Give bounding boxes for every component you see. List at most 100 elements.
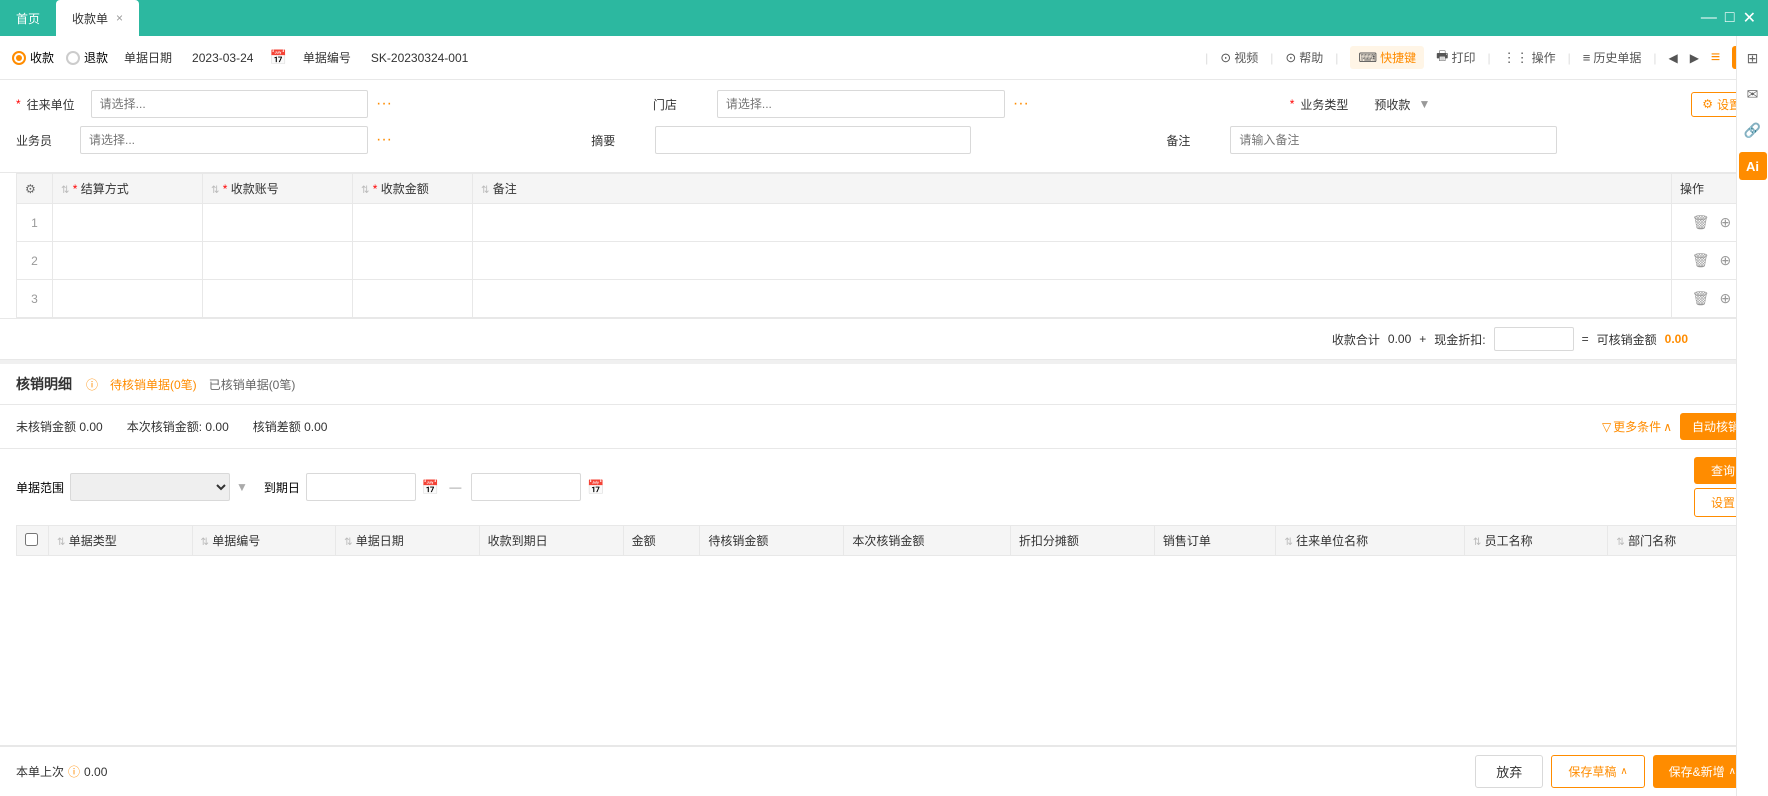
next-btn[interactable]: ▶ <box>1690 51 1699 65</box>
tab-receipts-label: 收款单 <box>72 10 108 27</box>
col-header-gear: ⚙ <box>17 174 53 204</box>
remark-input[interactable] <box>1230 126 1556 154</box>
radio-receive[interactable]: 收款 <box>12 49 54 66</box>
row-3-copy-btn[interactable]: ⊕ <box>1718 288 1734 309</box>
staff-field: 业务员 ··· <box>16 126 396 154</box>
print-btn[interactable]: 🖶 打印 <box>1436 47 1475 69</box>
row-3-delete-btn[interactable]: 🗑 <box>1690 288 1712 309</box>
cancel-diff-label: 核销差额 <box>253 420 301 434</box>
row-3-account[interactable] <box>203 280 353 318</box>
select-all-checkbox[interactable] <box>25 533 38 546</box>
row-3-settle[interactable] <box>53 280 203 318</box>
col-doc-type: ⇅ 单据类型 <box>49 526 193 556</box>
row-2-account[interactable] <box>203 242 353 280</box>
summary-total-value: 0.00 <box>1388 332 1411 346</box>
row-1-amount-input[interactable] <box>353 204 472 241</box>
receipt-type-group: 收款 退款 <box>12 49 108 66</box>
verify-done-tab[interactable]: 已核销单据(0笔) <box>209 376 296 393</box>
row-2-amount-input[interactable] <box>353 242 472 279</box>
abandon-button[interactable]: 放弃 <box>1475 755 1543 788</box>
calendar-icon[interactable]: 📅 <box>269 49 286 66</box>
staff-input[interactable] <box>80 126 368 154</box>
row-1-remark[interactable] <box>473 204 1672 242</box>
row-1-account[interactable] <box>203 204 353 242</box>
maximize-icon[interactable]: □ <box>1725 9 1735 27</box>
row-3-remark-input[interactable] <box>473 280 1671 317</box>
sidebar-table-icon[interactable]: ⊞ <box>1739 44 1767 72</box>
draft-chevron-icon: ∧ <box>1620 766 1627 777</box>
row-2-delete-btn[interactable]: 🗑 <box>1690 250 1712 271</box>
ops-btn[interactable]: ⋮⋮ 操作 <box>1503 49 1556 66</box>
biz-type-chevron[interactable]: ▼ <box>1414 97 1434 111</box>
row-1-delete-btn[interactable]: 🗑 <box>1690 212 1712 233</box>
footer-value: 0.00 <box>84 765 107 779</box>
biz-type-value: 预收款 <box>1374 96 1410 113</box>
row-1-remark-input[interactable] <box>473 204 1671 241</box>
row-2-copy-btn[interactable]: ⊕ <box>1718 250 1734 271</box>
date-to-icon[interactable]: 📅 <box>587 479 604 496</box>
shop-more-icon[interactable]: ··· <box>1009 95 1033 113</box>
prev-btn[interactable]: ◀ <box>1668 51 1677 65</box>
uncancelled-label: 未核销金额 <box>16 420 76 434</box>
row-2-remark[interactable] <box>473 242 1672 280</box>
sidebar-email-icon[interactable]: ✉ <box>1739 80 1767 108</box>
date-from-icon[interactable]: 📅 <box>422 479 439 496</box>
row-1-copy-btn[interactable]: ⊕ <box>1718 212 1734 233</box>
memo-input[interactable] <box>655 126 971 154</box>
row-1-account-input[interactable] <box>203 204 352 241</box>
history-btn[interactable]: ≡ 历史单据 <box>1583 49 1642 66</box>
col-pending-amount-label: 待核销金额 <box>708 534 768 548</box>
more-conditions-btn[interactable]: ▽ 更多条件 ∧ <box>1602 418 1672 435</box>
partner-more-icon[interactable]: ··· <box>372 95 396 113</box>
help-icon: ⊙ <box>1285 50 1296 66</box>
sidebar-camera-icon[interactable]: Ai <box>1739 152 1767 180</box>
minimize-icon[interactable]: — <box>1701 9 1717 27</box>
verify-info-icon[interactable]: ⓘ <box>86 376 98 393</box>
close-window-icon[interactable]: ✕ <box>1743 8 1756 28</box>
row-3-remark[interactable] <box>473 280 1672 318</box>
row-1-amount[interactable] <box>353 204 473 242</box>
shortcut-btn[interactable]: ⌨ 快捷键 <box>1350 46 1424 69</box>
range-select[interactable] <box>70 473 230 501</box>
verify-pending-tab[interactable]: 待核销单据(0笔) <box>110 376 197 393</box>
row-3-settle-input[interactable] <box>53 280 202 317</box>
tab-close-icon[interactable]: × <box>116 11 123 25</box>
row-2-remark-input[interactable] <box>473 242 1671 279</box>
date-to-input[interactable]: 2022-04-12 <box>471 473 581 501</box>
date-from-input[interactable]: 2022-04-01 <box>306 473 416 501</box>
row-3-amount[interactable] <box>353 280 473 318</box>
radio-refund[interactable]: 退款 <box>66 49 108 66</box>
row-2-account-input[interactable] <box>203 242 352 279</box>
gear-icon: ⚙ <box>1702 97 1713 111</box>
row-3-account-input[interactable] <box>203 280 352 317</box>
biz-type-label: 业务类型 <box>1300 96 1360 113</box>
summary-discount-input[interactable] <box>1494 327 1574 351</box>
sidebar-link-icon[interactable]: 🔗 <box>1739 116 1767 144</box>
col-doc-date: ⇅ 单据日期 <box>336 526 480 556</box>
list-view-btn[interactable]: ≡ <box>1711 49 1720 67</box>
tab-home[interactable]: 首页 <box>0 0 56 36</box>
toolbar-right: | ⊙ 视频 | ⊙ 帮助 | ⌨ 快捷键 🖶 打印 | ⋮⋮ 操作 <box>1205 46 1756 69</box>
due-date-field: 到期日 2022-04-01 📅 — 2022-04-12 📅 <box>264 473 605 501</box>
right-sidebar: ⊞ ✉ 🔗 Ai <box>1736 36 1768 796</box>
partner-input[interactable] <box>91 90 368 118</box>
tab-receipts[interactable]: 收款单 × <box>56 0 139 36</box>
row-1-settle-input[interactable] <box>53 204 202 241</box>
save-label: 保存&新增 <box>1669 763 1725 780</box>
col-remark-label: 备注 <box>493 182 517 196</box>
table-gear-icon[interactable]: ⚙ <box>25 182 36 196</box>
col-amount: 金额 <box>623 526 700 556</box>
row-2-amount[interactable] <box>353 242 473 280</box>
col-partner-name-label: 往来单位名称 <box>1296 534 1368 548</box>
help-btn[interactable]: ⊙ 帮助 <box>1285 49 1323 66</box>
row-1-settle[interactable] <box>53 204 203 242</box>
staff-more-icon[interactable]: ··· <box>372 131 396 149</box>
draft-button[interactable]: 保存草稿 ∧ <box>1551 755 1644 788</box>
this-cancel-amount: 本次核销金额: 0.00 <box>127 418 229 435</box>
row-2-settle[interactable] <box>53 242 203 280</box>
video-btn[interactable]: ⊙ 视频 <box>1220 49 1258 66</box>
shop-input[interactable] <box>717 90 1005 118</box>
row-2-settle-input[interactable] <box>53 242 202 279</box>
row-3-amount-input[interactable] <box>353 280 472 317</box>
summary-plus: + <box>1419 332 1426 346</box>
